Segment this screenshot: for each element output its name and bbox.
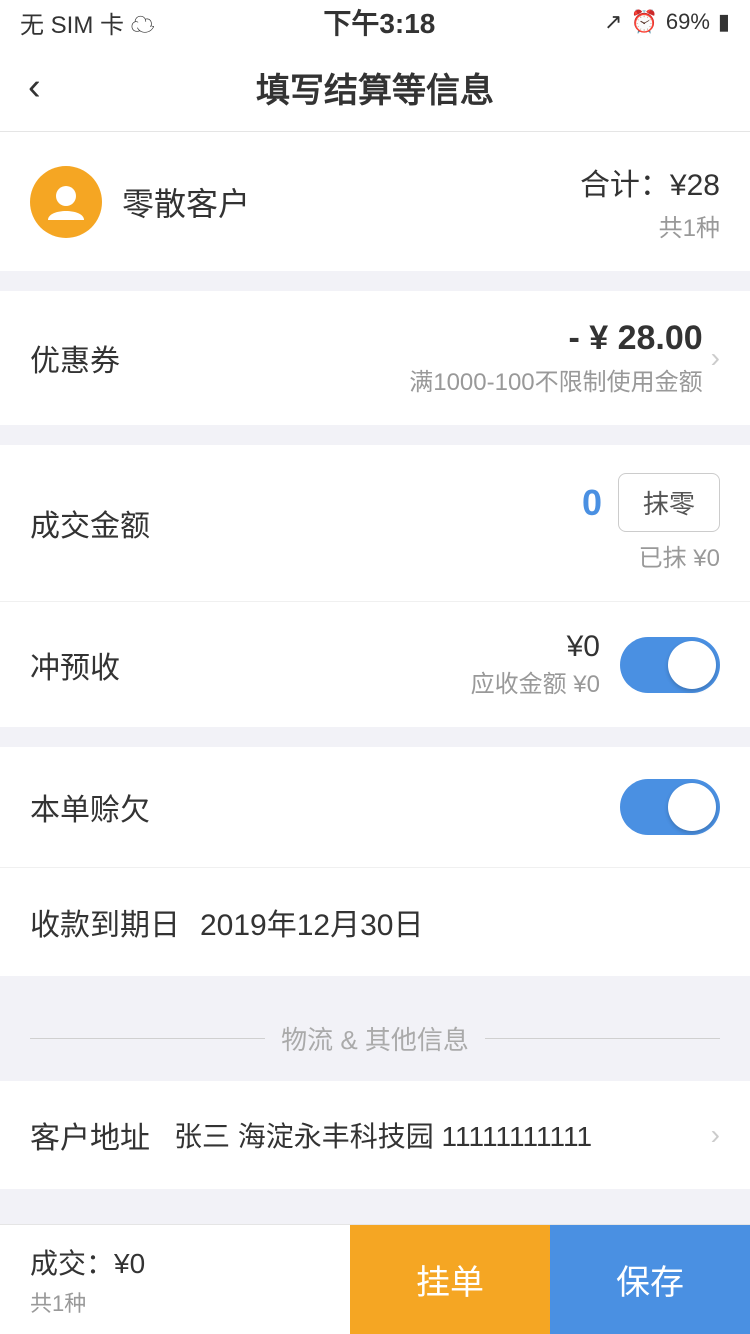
transaction-right: 0 抹零 已抹 ¥0 — [482, 473, 720, 573]
customer-name: 零散客户 — [122, 179, 250, 225]
transaction-input[interactable]: 0 — [482, 482, 602, 524]
hold-button[interactable]: 挂单 — [350, 1225, 550, 1334]
location-icon: ↗ — [604, 9, 622, 35]
coupon-chevron-icon: › — [711, 342, 720, 374]
transaction-sub: 已抹 ¥0 — [639, 538, 720, 573]
coupon-right: - ¥ 28.00 满1000-100不限制使用金额 — [409, 319, 702, 397]
transaction-row: 成交金额 0 抹零 已抹 ¥0 — [0, 445, 750, 602]
customer-right: 合计：¥28 共1种 — [580, 160, 720, 243]
precollection-toggle[interactable] — [620, 637, 720, 693]
round-button[interactable]: 抹零 — [618, 473, 720, 532]
bottom-deal-amount: 成交：¥0 — [30, 1242, 320, 1282]
precollection-label: 冲预收 — [30, 643, 120, 687]
precollection-row: 冲预收 ¥0 应收金额 ¥0 — [0, 602, 750, 727]
address-row[interactable]: 客户地址 张三 海淀永丰科技园 11111111111 › — [0, 1081, 750, 1189]
total-amount: 合计：¥28 — [580, 160, 720, 204]
back-button[interactable]: ‹ — [28, 66, 41, 109]
bottom-bar: 成交：¥0 共1种 挂单 保存 — [0, 1224, 750, 1334]
person-icon — [44, 180, 88, 224]
precollection-sub-value: 应收金额 ¥0 — [471, 664, 600, 699]
nav-bar: ‹ 填写结算等信息 — [0, 44, 750, 132]
battery-icon: ▮ — [718, 9, 730, 35]
bottom-deal-value: ¥0 — [114, 1248, 145, 1279]
status-right: ↗ ⏰ 69% ▮ — [604, 9, 730, 35]
status-left: 无 SIM 卡 ☁ — [20, 5, 155, 40]
coupon-section: 优惠券 - ¥ 28.00 满1000-100不限制使用金额 › — [0, 291, 750, 425]
bottom-deal-label: 成交： — [30, 1248, 114, 1279]
logistics-divider: 物流 & 其他信息 — [0, 996, 750, 1081]
transaction-section: 成交金额 0 抹零 已抹 ¥0 冲预收 ¥0 应收金额 ¥0 — [0, 445, 750, 727]
coupon-label: 优惠券 — [30, 336, 120, 380]
due-date-row: 收款到期日 2019年12月30日 — [0, 868, 750, 976]
save-button[interactable]: 保存 — [550, 1225, 750, 1334]
overdue-label: 本单赊欠 — [30, 785, 150, 829]
content-area: 零散客户 合计：¥28 共1种 优惠券 - ¥ 28.00 满1000-100不… — [0, 132, 750, 1329]
status-bar: 无 SIM 卡 ☁ 下午3:18 ↗ ⏰ 69% ▮ — [0, 0, 750, 44]
logistics-section-label: 物流 & 其他信息 — [281, 1020, 469, 1057]
sim-status: 无 SIM 卡 ☁ — [20, 5, 155, 40]
transaction-label: 成交金额 — [30, 501, 150, 545]
page-title: 填写结算等信息 — [256, 63, 494, 112]
total-count: 共1种 — [580, 208, 720, 243]
bottom-info: 成交：¥0 共1种 — [0, 1242, 350, 1318]
precollection-main-value: ¥0 — [471, 630, 600, 664]
bottom-count: 共1种 — [30, 1286, 320, 1318]
address-value: 张三 海淀永丰科技园 11111111111 — [174, 1115, 703, 1155]
divider-line-left — [30, 1038, 265, 1039]
toggle-thumb — [668, 641, 716, 689]
precollection-values: ¥0 应收金额 ¥0 — [471, 630, 600, 699]
precollection-right: ¥0 应收金额 ¥0 — [471, 630, 720, 699]
divider-line-right — [485, 1038, 720, 1039]
status-time: 下午3:18 — [323, 2, 435, 42]
due-date-value: 2019年12月30日 — [200, 900, 423, 944]
bottom-buttons: 挂单 保存 — [350, 1225, 750, 1334]
battery-level: 69% — [666, 9, 710, 35]
address-label: 客户地址 — [30, 1113, 150, 1157]
coupon-row[interactable]: 优惠券 - ¥ 28.00 满1000-100不限制使用金额 › — [0, 291, 750, 425]
address-chevron-icon: › — [711, 1119, 720, 1151]
overdue-section: 本单赊欠 收款到期日 2019年12月30日 — [0, 747, 750, 976]
alarm-icon: ⏰ — [630, 9, 657, 35]
due-date-label: 收款到期日 — [30, 900, 180, 944]
overdue-row: 本单赊欠 — [0, 747, 750, 868]
coupon-discount: - ¥ 28.00 — [409, 319, 702, 358]
overdue-toggle[interactable] — [620, 779, 720, 835]
coupon-desc: 满1000-100不限制使用金额 — [409, 362, 702, 397]
customer-row: 零散客户 合计：¥28 共1种 — [0, 132, 750, 271]
customer-avatar — [30, 166, 102, 238]
overdue-toggle-thumb — [668, 783, 716, 831]
customer-left: 零散客户 — [30, 166, 250, 238]
